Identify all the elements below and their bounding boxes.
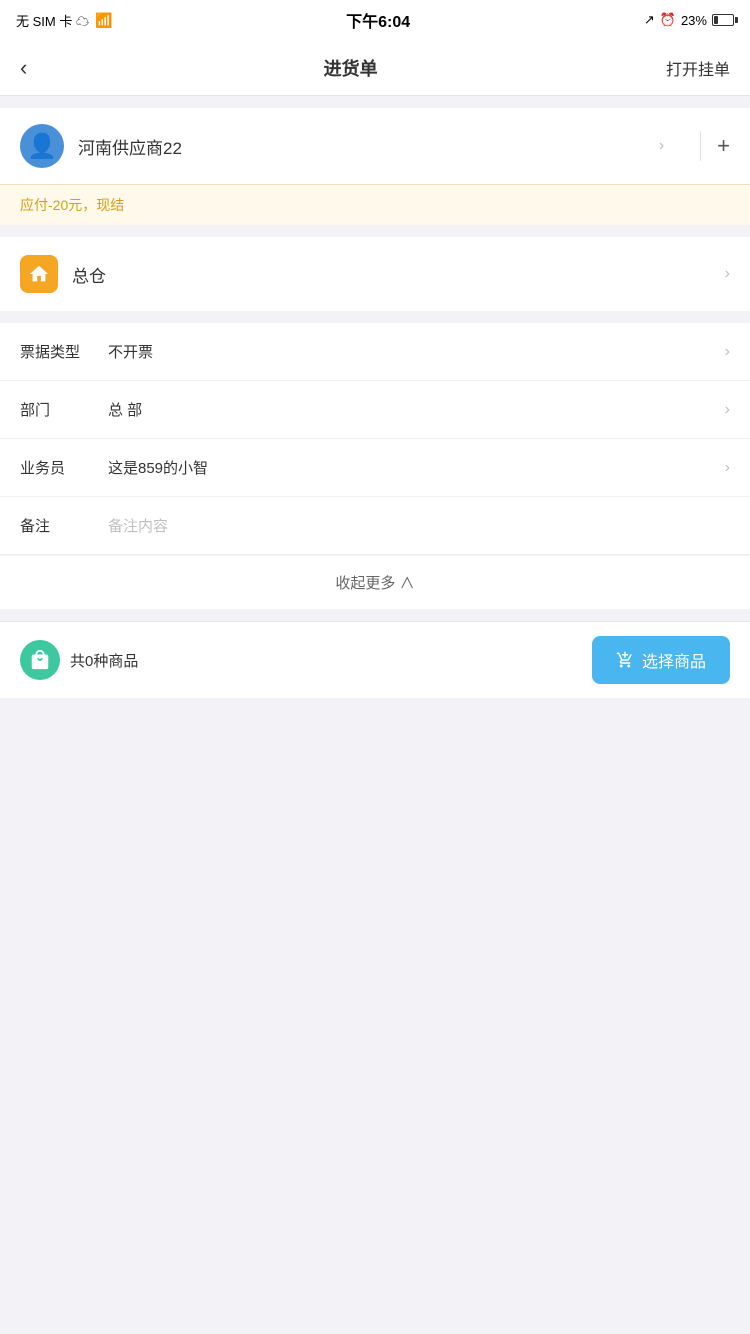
form-section: 票据类型 不开票 › 部门 总 部 › 业务员 这是859的小智 › 备注 备注…	[0, 323, 750, 609]
bag-icon-wrap	[20, 640, 60, 680]
warehouse-icon-wrap	[20, 255, 58, 293]
alarm-icon: ⏰	[660, 12, 676, 28]
department-label: 部门	[20, 399, 100, 420]
divider	[700, 131, 701, 161]
nav-bar: ‹ 进货单 打开挂单	[0, 40, 750, 96]
notice-text: 应付-20元，现结	[20, 197, 124, 213]
product-count-text: 共0种商品	[70, 650, 138, 671]
warehouse-section: 总仓 ›	[0, 237, 750, 311]
invoice-row[interactable]: 票据类型 不开票 ›	[0, 323, 750, 381]
select-product-button[interactable]: 选择商品	[592, 636, 730, 684]
chevron-icon: ›	[725, 265, 730, 283]
invoice-value: 不开票	[108, 341, 725, 362]
supplier-row[interactable]: 👤 河南供应商22 › +	[0, 108, 750, 184]
gap-4	[0, 609, 750, 621]
wifi-icon: 📶	[95, 12, 112, 29]
warehouse-label: 总仓	[72, 262, 725, 287]
bottom-bar: 共0种商品 选择商品	[0, 621, 750, 698]
person-icon: 👤	[27, 132, 57, 161]
salesman-row[interactable]: 业务员 这是859的小智 ›	[0, 439, 750, 497]
gap-3	[0, 311, 750, 323]
open-pending-button[interactable]: 打开挂单	[666, 56, 730, 80]
invoice-label: 票据类型	[20, 341, 100, 362]
battery-icon	[712, 14, 734, 26]
remark-label: 备注	[20, 515, 100, 536]
back-button[interactable]: ‹	[20, 47, 35, 89]
salesman-label: 业务员	[20, 457, 100, 478]
gap-2	[0, 225, 750, 237]
chevron-right-icon: ›	[659, 137, 664, 155]
salesman-value: 这是859的小智	[108, 457, 725, 478]
notice-bar: 应付-20元，现结	[0, 184, 750, 225]
add-button[interactable]: +	[717, 133, 730, 159]
cart-icon	[616, 651, 634, 669]
shopping-bag-icon	[29, 649, 51, 671]
page-title: 进货单	[324, 55, 378, 81]
gap-1	[0, 96, 750, 108]
remark-input[interactable]: 备注内容	[108, 515, 730, 536]
department-chevron-icon: ›	[725, 401, 730, 419]
product-count-area: 共0种商品	[20, 640, 138, 680]
invoice-chevron-icon: ›	[725, 343, 730, 361]
location-icon: ↗	[644, 12, 655, 28]
status-bar: 无 SIM 卡 ☁ 📶 下午6:04 ↗ ⏰ 23%	[0, 0, 750, 40]
status-time: 下午6:04	[346, 8, 410, 32]
warehouse-row[interactable]: 总仓 ›	[0, 237, 750, 311]
home-icon	[28, 263, 50, 285]
department-value: 总 部	[108, 399, 725, 420]
salesman-chevron-icon: ›	[725, 459, 730, 477]
battery-percent: 23%	[681, 13, 707, 28]
status-left: 无 SIM 卡 ☁ 📶	[16, 11, 112, 30]
status-right: ↗ ⏰ 23%	[644, 12, 734, 28]
supplier-name: 河南供应商22	[78, 134, 659, 159]
department-row[interactable]: 部门 总 部 ›	[0, 381, 750, 439]
gray-area	[0, 698, 750, 998]
supplier-section: 👤 河南供应商22 › + 应付-20元，现结	[0, 108, 750, 225]
remark-row[interactable]: 备注 备注内容	[0, 497, 750, 555]
sim-label: 无 SIM 卡 ☁	[16, 11, 89, 30]
select-product-label: 选择商品	[642, 648, 706, 672]
collapse-button[interactable]: 收起更多 ∧	[0, 555, 750, 609]
avatar: 👤	[20, 124, 64, 168]
